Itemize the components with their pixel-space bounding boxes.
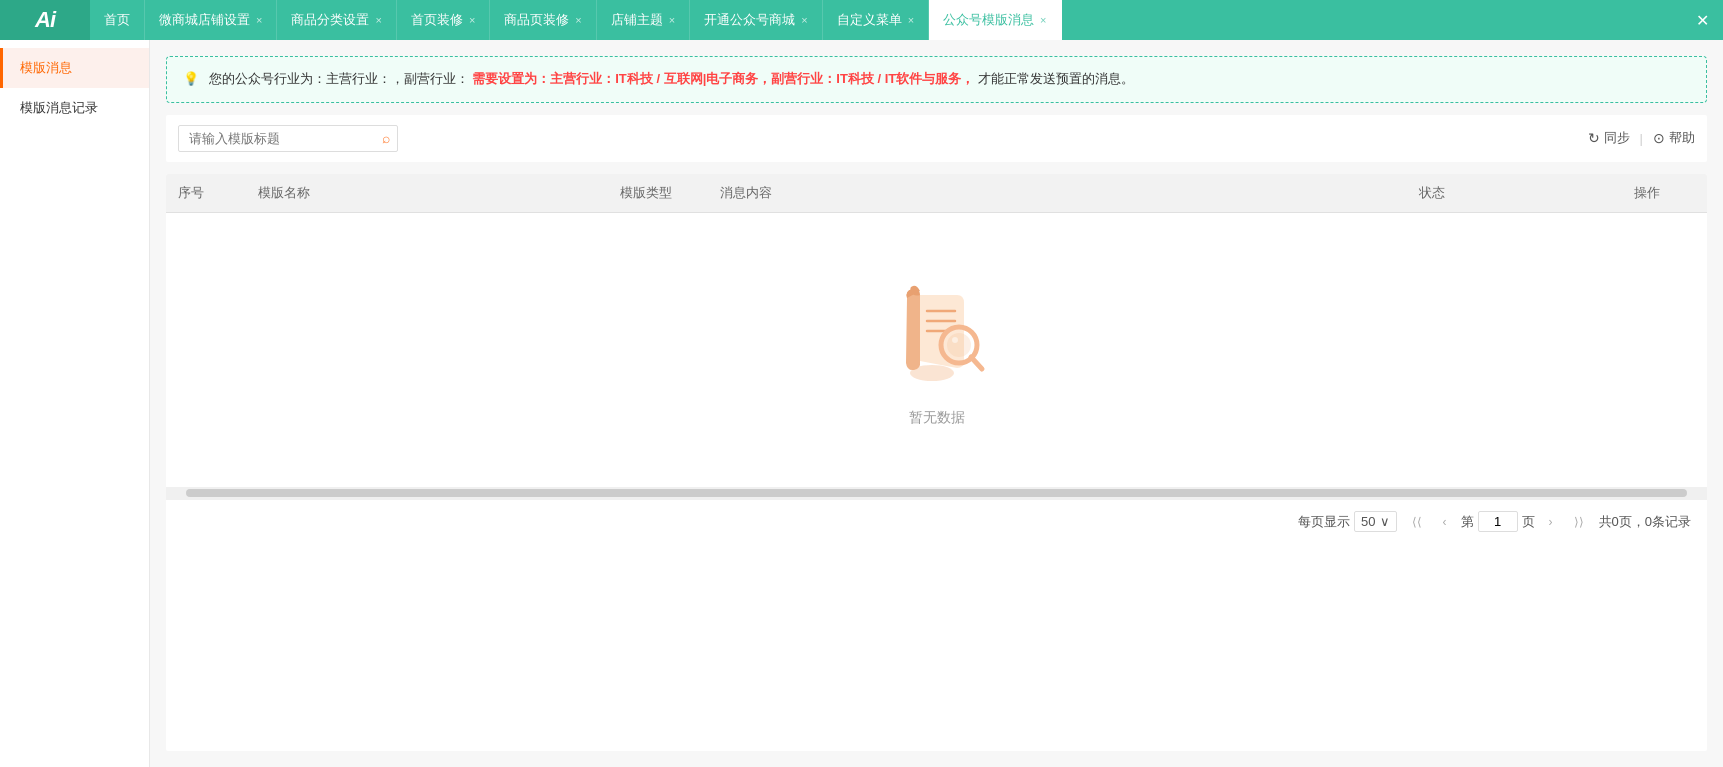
divider: | <box>1640 131 1643 146</box>
page-label: 第 <box>1461 513 1474 531</box>
main-layout: 模版消息 模版消息记录 💡 您的公众号行业为：主营行业：，副营行业： 需要设置为… <box>0 40 1723 767</box>
close-all-button[interactable]: ✕ <box>1682 11 1723 30</box>
prev-page-button[interactable]: ‹ <box>1433 510 1457 534</box>
search-right: ↻ 同步 | ⊙ 帮助 <box>1588 129 1695 147</box>
page-nav: ⟨⟨ ‹ 第 页 › ⟩⟩ <box>1405 510 1591 534</box>
empty-text: 暂无数据 <box>909 409 965 427</box>
help-icon: ⊙ <box>1653 130 1665 146</box>
help-button[interactable]: ⊙ 帮助 <box>1653 129 1695 147</box>
scrollbar-thumb[interactable] <box>186 489 1687 497</box>
page-size-dropdown[interactable]: 50 ∨ <box>1354 511 1396 532</box>
sync-button[interactable]: ↻ 同步 <box>1588 129 1630 147</box>
table-header: 序号 模版名称 模版类型 消息内容 状态 操作 <box>166 174 1707 213</box>
sync-icon: ↻ <box>1588 130 1600 146</box>
topbar: Ai 首页 微商城店铺设置 × 商品分类设置 × 首页装修 × 商品页装修 × … <box>0 0 1723 40</box>
sidebar: 模版消息 模版消息记录 <box>0 40 150 767</box>
tab-custom-menu[interactable]: 自定义菜单 × <box>823 0 929 40</box>
close-tab-shop-settings[interactable]: × <box>256 14 262 26</box>
page-total: 共0页，0条记录 <box>1599 513 1691 531</box>
content-area: 💡 您的公众号行业为：主营行业：，副营行业： 需要设置为：主营行业：IT科技 /… <box>150 40 1723 767</box>
tab-product-category[interactable]: 商品分类设置 × <box>277 0 396 40</box>
close-tab-home-decor[interactable]: × <box>469 14 475 26</box>
sync-label: 同步 <box>1604 129 1630 147</box>
tab-home[interactable]: 首页 <box>90 0 145 40</box>
th-type: 模版类型 <box>608 174 708 212</box>
info-banner-highlight: 需要设置为：主营行业：IT科技 / 互联网|电子商务，副营行业：IT科技 / I… <box>472 71 974 86</box>
tab-template-msg[interactable]: 公众号模版消息 × <box>929 0 1061 40</box>
chevron-down-icon: ∨ <box>1380 514 1390 529</box>
th-content: 消息内容 <box>708 174 1407 212</box>
search-input[interactable] <box>178 125 398 152</box>
page-size-select: 每页显示 50 ∨ <box>1298 511 1396 532</box>
th-name: 模版名称 <box>246 174 608 212</box>
logo: Ai <box>0 0 90 40</box>
pagination: 每页显示 50 ∨ ⟨⟨ ‹ 第 页 <box>166 499 1707 544</box>
close-tab-template-msg[interactable]: × <box>1040 14 1046 26</box>
close-tab-open-mall[interactable]: × <box>801 14 807 26</box>
empty-state: 暂无数据 <box>166 213 1707 487</box>
tab-shop-theme[interactable]: 店铺主题 × <box>597 0 690 40</box>
th-status: 状态 <box>1407 174 1587 212</box>
th-action: 操作 <box>1587 174 1707 212</box>
close-tab-product-decor[interactable]: × <box>575 14 581 26</box>
info-banner: 💡 您的公众号行业为：主营行业：，副营行业： 需要设置为：主营行业：IT科技 /… <box>166 56 1707 103</box>
prev-page-icon: ‹ <box>1443 515 1447 529</box>
info-banner-prefix: 您的公众号行业为：主营行业：，副营行业： <box>209 71 469 86</box>
close-tab-shop-theme[interactable]: × <box>669 14 675 26</box>
next-page-button[interactable]: › <box>1539 510 1563 534</box>
sidebar-item-template-msg[interactable]: 模版消息 <box>0 48 149 88</box>
search-area: ⌕ ↻ 同步 | ⊙ 帮助 <box>166 115 1707 162</box>
svg-point-5 <box>947 333 971 357</box>
empty-illustration <box>877 273 997 393</box>
last-page-icon: ⟩⟩ <box>1574 515 1584 529</box>
page-number-input[interactable] <box>1478 511 1518 532</box>
search-left: ⌕ <box>178 125 398 152</box>
tab-home-decor[interactable]: 首页装修 × <box>397 0 490 40</box>
info-banner-suffix: 才能正常发送预置的消息。 <box>978 71 1134 86</box>
help-label: 帮助 <box>1669 129 1695 147</box>
data-table: 序号 模版名称 模版类型 消息内容 状态 操作 <box>166 174 1707 751</box>
last-page-button[interactable]: ⟩⟩ <box>1567 510 1591 534</box>
svg-line-6 <box>971 357 982 369</box>
bulb-icon: 💡 <box>183 71 199 86</box>
tab-product-decor[interactable]: 商品页装修 × <box>490 0 596 40</box>
first-page-icon: ⟨⟨ <box>1412 515 1422 529</box>
page-suffix: 页 <box>1522 513 1535 531</box>
search-icon[interactable]: ⌕ <box>382 130 390 146</box>
search-input-wrap: ⌕ <box>178 125 398 152</box>
horizontal-scrollbar[interactable] <box>166 487 1707 499</box>
tab-shop-settings[interactable]: 微商城店铺设置 × <box>145 0 277 40</box>
first-page-button[interactable]: ⟨⟨ <box>1405 510 1429 534</box>
next-page-icon: › <box>1549 515 1553 529</box>
close-tab-custom-menu[interactable]: × <box>908 14 914 26</box>
svg-point-7 <box>952 337 958 343</box>
page-size-value: 50 <box>1361 514 1375 529</box>
th-index: 序号 <box>166 174 246 212</box>
close-tab-product-category[interactable]: × <box>375 14 381 26</box>
per-page-label: 每页显示 <box>1298 513 1350 531</box>
tab-open-mall[interactable]: 开通公众号商城 × <box>690 0 822 40</box>
sidebar-item-template-record[interactable]: 模版消息记录 <box>0 88 149 128</box>
